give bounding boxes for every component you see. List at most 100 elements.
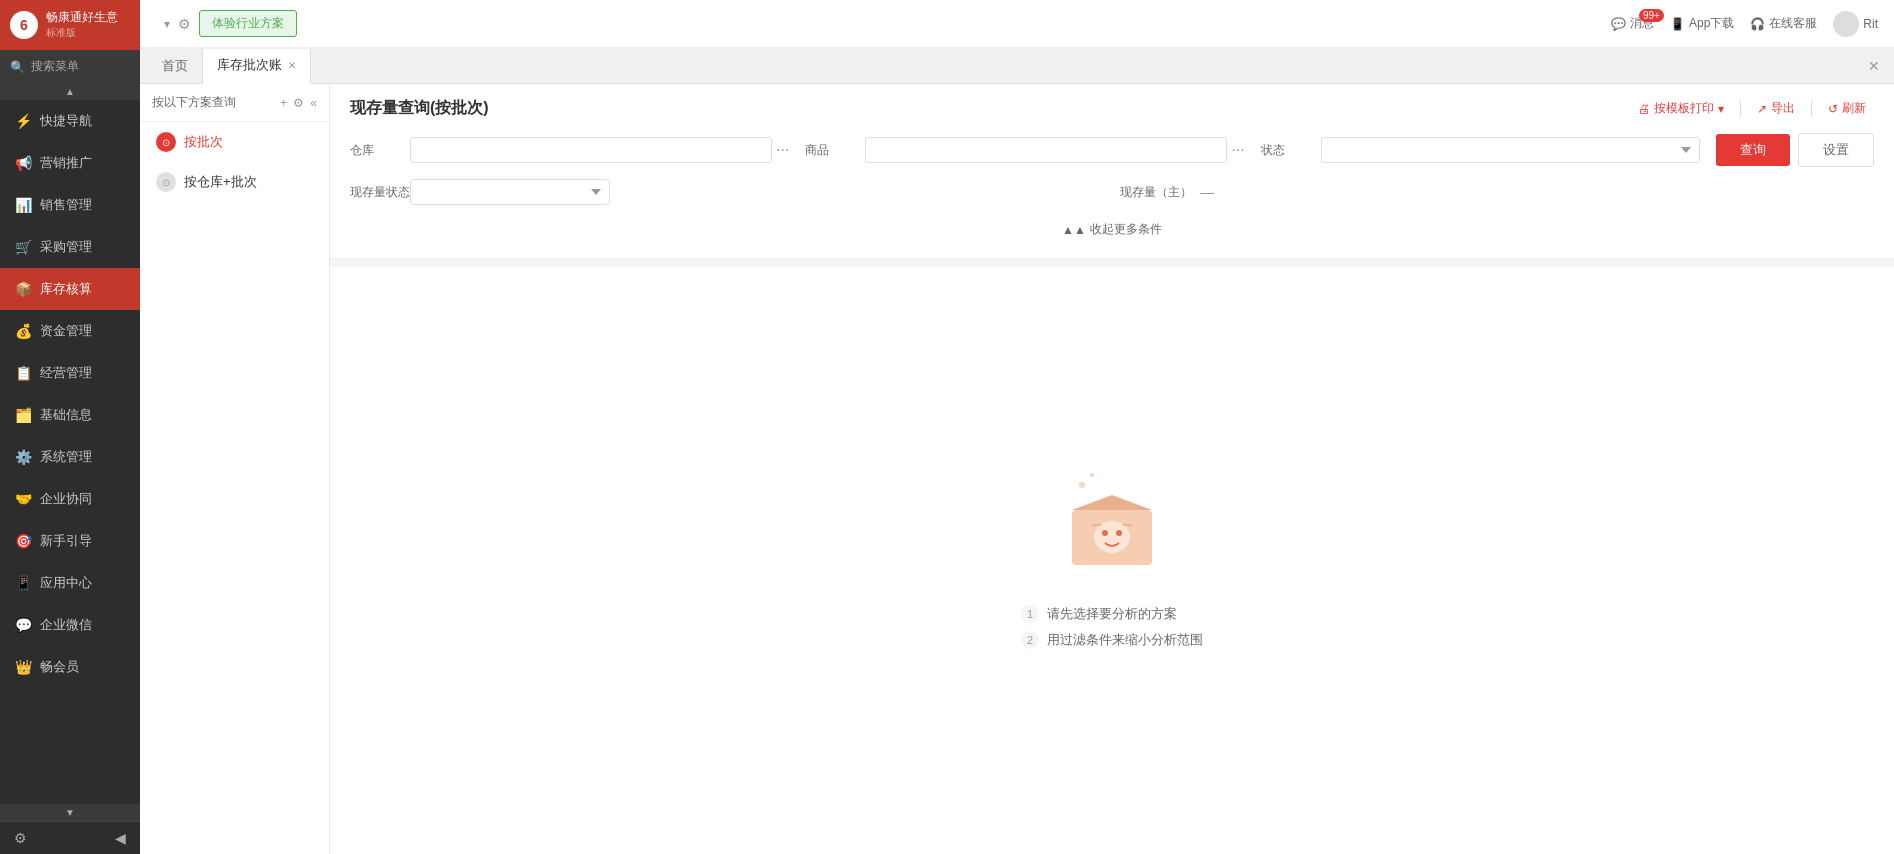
sidebar-item-label: 基础信息 [40,406,92,424]
tab-panel-close-icon[interactable]: ✕ [1854,58,1894,74]
tab-inventory-batch[interactable]: 库存批次账 ✕ [203,49,311,84]
sidebar-item-marketing[interactable]: 📢 营销推广 [0,142,140,184]
print-dropdown-icon: ▾ [1718,102,1724,116]
tabbar: 首页 库存批次账 ✕ ✕ [140,48,1894,84]
filter-status: 状态 [1261,137,1700,163]
search-icon: 🔍 [10,60,25,74]
topbar-settings-icon[interactable]: ⚙ [178,16,191,32]
svg-point-1 [1094,521,1130,553]
empty-state: 1 请先选择要分析的方案 2 用过滤条件来缩小分析范围 [330,267,1894,854]
topbar-left: ▾ ⚙ 体验行业方案 [156,10,1601,37]
sidebar-item-label: 企业微信 [40,616,92,634]
app-download-action[interactable]: 📱 App下载 [1670,15,1734,32]
tab-home[interactable]: 首页 [148,48,203,83]
sidebar-item-member[interactable]: 👑 畅会员 [0,646,140,688]
product-dots[interactable]: ··· [1231,141,1244,159]
sidebar-item-inventory[interactable]: 📦 库存核算 [0,268,140,310]
warehouse-dots[interactable]: ··· [776,141,789,159]
trial-button[interactable]: 体验行业方案 [199,10,297,37]
sidebar-item-label: 采购管理 [40,238,92,256]
sidebar-item-label: 应用中心 [40,574,92,592]
plan-item-by-batch[interactable]: ⊙ 按批次 [140,122,329,162]
sidebar-item-corp-wechat[interactable]: 💬 企业微信 [0,604,140,646]
sidebar-collapse-icon[interactable]: ◀ [115,830,126,846]
sidebar-item-label: 销售管理 [40,196,92,214]
sidebar-item-operations[interactable]: 📋 经营管理 [0,352,140,394]
sidebar-scroll-up[interactable]: ▲ [0,83,140,100]
sidebar-item-label: 畅会员 [40,658,79,676]
inventory-status-select[interactable] [410,179,610,205]
hint-text-2: 用过滤条件来缩小分析范围 [1047,631,1203,649]
sidebar-item-finance[interactable]: 💰 资金管理 [0,310,140,352]
hint-text-1: 请先选择要分析的方案 [1047,605,1177,623]
sidebar: 6 畅康通好生意 标准版 🔍 搜索菜单 ▲ ⚡ 快捷导航 📢 营销推广 📊 销售… [0,0,140,854]
header-divider-1 [1740,101,1741,117]
sidebar-item-sales[interactable]: 📊 销售管理 [0,184,140,226]
search-label: 搜索菜单 [31,58,79,75]
hint-num-2: 2 [1021,631,1039,649]
sidebar-item-system[interactable]: ⚙️ 系统管理 [0,436,140,478]
warehouse-input[interactable] [410,137,772,163]
refresh-label: 刷新 [1842,100,1866,117]
message-action[interactable]: 💬 消息 99+ [1611,15,1654,32]
empty-illustration [1052,465,1172,585]
sidebar-item-label: 系统管理 [40,448,92,466]
app-title: 畅康通好生意 [46,10,118,26]
phone-icon: 📱 [1670,17,1685,31]
topbar: ▾ ⚙ 体验行业方案 💬 消息 99+ 📱 App下载 🎧 在线客服 Rit [140,0,1894,48]
collapse-panel-icon[interactable]: « [310,96,317,110]
settings-button[interactable]: 设置 [1798,133,1874,167]
sidebar-bottom: ⚙ ◀ [0,821,140,854]
guide-icon: 🎯 [14,533,32,549]
sidebar-item-quick-nav[interactable]: ⚡ 快捷导航 [0,100,140,142]
sidebar-item-app-center[interactable]: 📱 应用中心 [0,562,140,604]
page-header-actions: 🖨 按模板打印 ▾ ↗ 导出 ↺ 刷新 [1630,96,1874,121]
sidebar-title-area: 畅康通好生意 标准版 [46,10,118,40]
query-button[interactable]: 查询 [1716,134,1790,166]
collapse-button[interactable]: ▲▲ 收起更多条件 [350,217,1874,242]
print-button[interactable]: 🖨 按模板打印 ▾ [1630,96,1732,121]
message-badge: 99+ [1639,9,1664,22]
app-download-label: App下载 [1689,15,1734,32]
plan-item-by-warehouse-batch[interactable]: ⊙ 按仓库+批次 [140,162,329,202]
sidebar-item-purchase[interactable]: 🛒 采购管理 [0,226,140,268]
export-label: 导出 [1771,100,1795,117]
filter-warehouse: 仓库 ··· [350,137,789,163]
sidebar-item-enterprise[interactable]: 🤝 企业协同 [0,478,140,520]
tab-close-icon[interactable]: ✕ [288,60,296,71]
left-panel: 按以下方案查询 + ⚙ « ⊙ 按批次 ⊙ 按仓库+批次 [140,84,330,854]
left-panel-title: 按以下方案查询 [152,94,236,111]
sidebar-settings-icon[interactable]: ⚙ [14,830,27,846]
topbar-right: 💬 消息 99+ 📱 App下载 🎧 在线客服 Rit [1611,11,1878,37]
plan-settings-icon[interactable]: ⚙ [293,96,304,110]
sidebar-item-basic[interactable]: 🗂️ 基础信息 [0,394,140,436]
member-icon: 👑 [14,659,32,675]
product-input[interactable] [865,137,1227,163]
sidebar-search[interactable]: 🔍 搜索菜单 [0,50,140,83]
plan-label-warehouse-batch: 按仓库+批次 [184,173,257,191]
export-icon: ↗ [1757,102,1767,116]
plan-icon-warehouse-batch: ⊙ [156,172,176,192]
user-avatar [1833,11,1859,37]
sidebar-item-label: 库存核算 [40,280,92,298]
page-title: 现存量查询(按批次) [350,98,489,119]
sidebar-item-guide[interactable]: 🎯 新手引导 [0,520,140,562]
message-icon: 💬 [1611,17,1626,31]
online-service-action[interactable]: 🎧 在线客服 [1750,15,1817,32]
add-plan-icon[interactable]: + [280,96,287,110]
inventory-icon: 📦 [14,281,32,297]
export-button[interactable]: ↗ 导出 [1749,96,1803,121]
left-panel-header: 按以下方案查询 + ⚙ « [140,84,329,122]
refresh-button[interactable]: ↺ 刷新 [1820,96,1874,121]
sidebar-item-label: 经营管理 [40,364,92,382]
user-area[interactable]: Rit [1833,11,1878,37]
tab-home-label: 首页 [162,57,188,75]
filter-inventory-qty: 现存量（主） — [1120,184,1874,201]
page-content: 按以下方案查询 + ⚙ « ⊙ 按批次 ⊙ 按仓库+批次 现存量查询(按批次) [140,84,1894,854]
sidebar-scroll-down[interactable]: ▼ [0,804,140,821]
hint-num-1: 1 [1021,605,1039,623]
status-select[interactable] [1321,137,1700,163]
svg-point-3 [1116,530,1122,536]
topbar-dropdown-icon[interactable]: ▾ [164,17,170,31]
inventory-qty-dash: — [1192,184,1222,200]
